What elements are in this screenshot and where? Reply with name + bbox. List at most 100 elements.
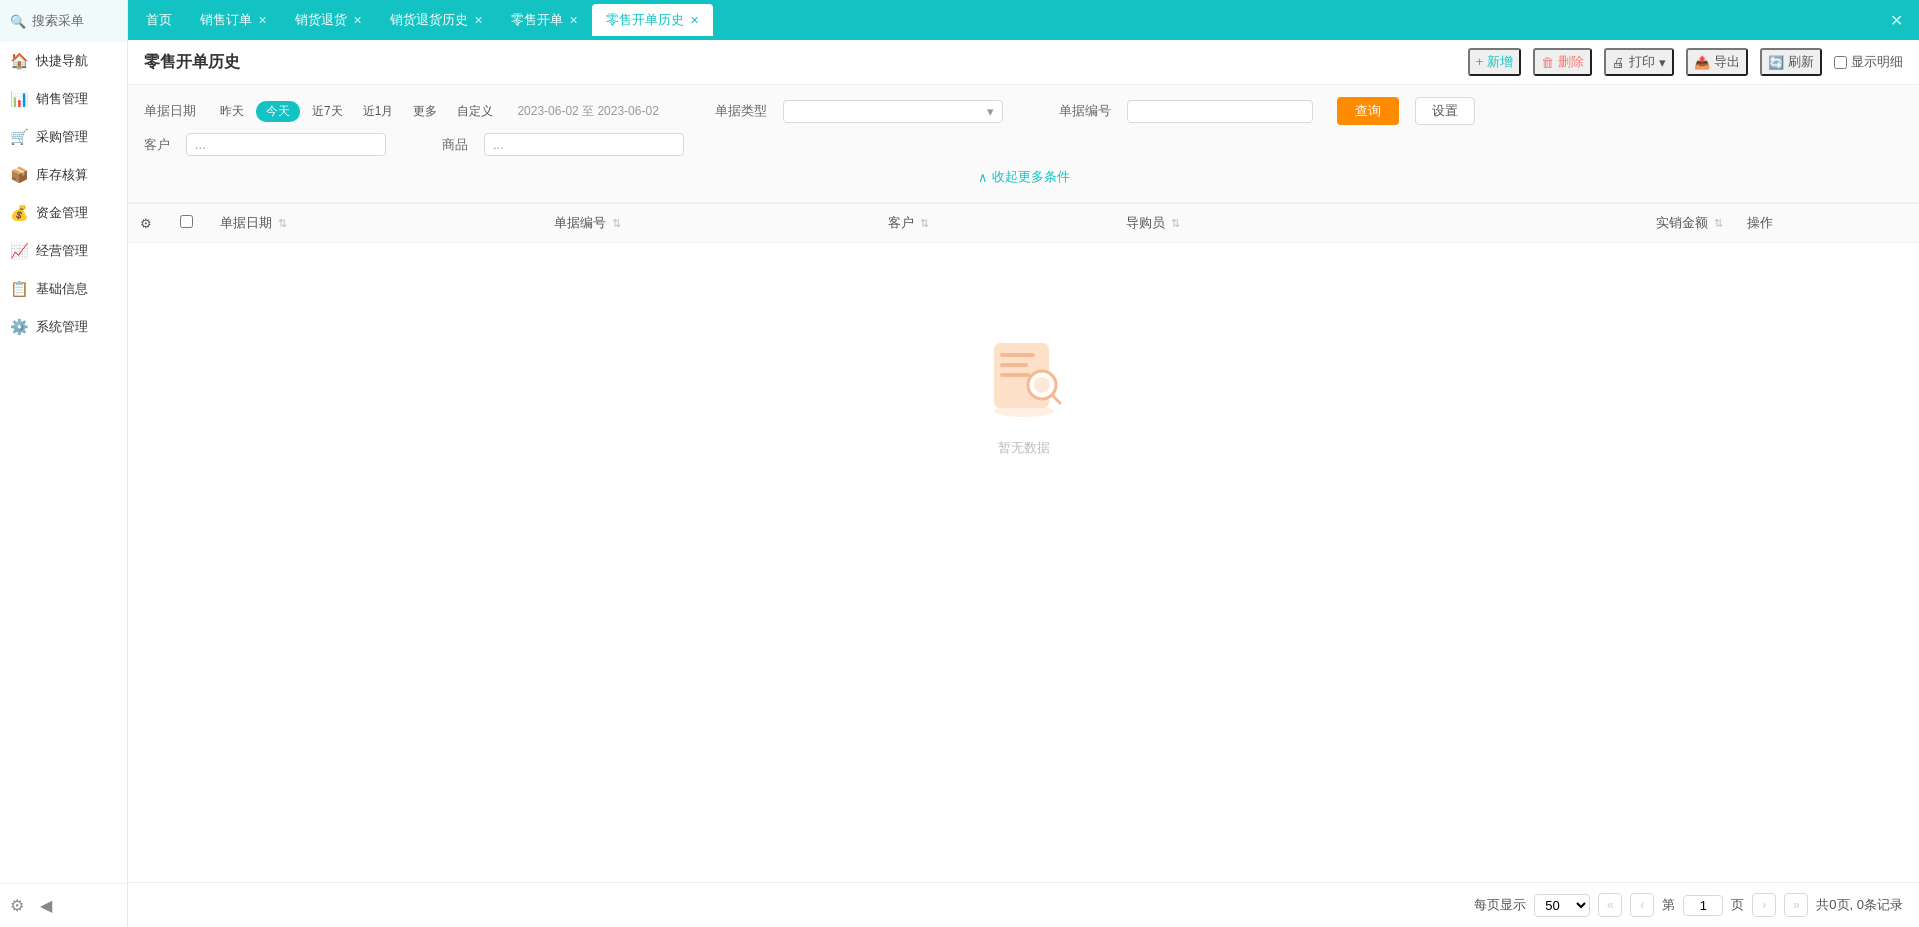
sidebar-search[interactable]: 🔍 搜索采单 [0, 0, 127, 42]
next-page-btn[interactable]: › [1752, 893, 1776, 917]
col-doc-date[interactable]: 单据日期 ⇅ [208, 204, 542, 243]
settings-bottom-icon[interactable]: ⚙ [10, 896, 24, 915]
delete-button[interactable]: 🗑 删除 [1533, 48, 1592, 76]
settings-button[interactable]: 设置 [1415, 97, 1475, 125]
tab-retail-open-close[interactable]: ✕ [569, 15, 578, 26]
col-sales-person[interactable]: 导购员 ⇅ [1114, 204, 1400, 243]
sort-sales-person-icon: ⇅ [1171, 217, 1180, 229]
sort-doc-date-icon: ⇅ [278, 217, 287, 229]
export-icon: 📤 [1694, 55, 1710, 70]
tab-sales-order-close[interactable]: ✕ [258, 15, 267, 26]
sidebar-item-label: 销售管理 [36, 90, 88, 108]
svg-rect-4 [1000, 373, 1030, 377]
select-all-checkbox[interactable] [180, 215, 193, 228]
tab-bar: 首页 销售订单 ✕ 销货退货 ✕ 销货退货历史 ✕ 零售开单 ✕ 零售开单历史 … [128, 0, 1919, 40]
col-settings[interactable]: ⚙ [128, 204, 168, 243]
collapse-label: 收起更多条件 [992, 168, 1070, 186]
toolbar-actions: + 新增 🗑 删除 🖨 打印 ▾ 📤 导出 🔄 刷新 [1468, 48, 1903, 76]
empty-state: 暂无数据 [128, 243, 1919, 517]
window-close-btn[interactable]: ✕ [1890, 11, 1903, 30]
first-page-btn[interactable]: « [1598, 893, 1622, 917]
inventory-icon: 📦 [10, 166, 28, 184]
print-icon: 🖨 [1612, 55, 1625, 70]
sidebar-item-finance[interactable]: 💰 资金管理 [0, 194, 127, 232]
date-opt-custom[interactable]: 自定义 [449, 101, 501, 122]
add-button[interactable]: + 新增 [1468, 48, 1521, 76]
current-page-input[interactable] [1683, 895, 1723, 916]
empty-illustration [974, 323, 1074, 423]
svg-point-7 [1034, 377, 1050, 393]
doc-no-label: 单据编号 [1059, 102, 1111, 120]
svg-line-6 [1052, 395, 1060, 403]
sidebar-item-label: 采购管理 [36, 128, 88, 146]
doc-type-select[interactable]: ▾ [783, 100, 1003, 123]
home-icon: 🏠 [10, 52, 28, 70]
sidebar-item-operations[interactable]: 📈 经营管理 [0, 232, 127, 270]
sidebar-item-system-mgmt[interactable]: ⚙️ 系统管理 [0, 308, 127, 346]
col-actual-amount[interactable]: 实销金额 ⇅ [1401, 204, 1735, 243]
tab-sales-return[interactable]: 销货退货 ✕ [281, 4, 376, 36]
operations-icon: 📈 [10, 242, 28, 260]
sidebar-item-basic-info[interactable]: 📋 基础信息 [0, 270, 127, 308]
date-opt-7days[interactable]: 近7天 [304, 101, 351, 122]
delete-icon: 🗑 [1541, 55, 1554, 70]
svg-rect-2 [1000, 353, 1035, 357]
empty-text: 暂无数据 [998, 439, 1050, 457]
main-area: 首页 销售订单 ✕ 销货退货 ✕ 销货退货历史 ✕ 零售开单 ✕ 零售开单历史 … [128, 0, 1919, 927]
sidebar-item-inventory[interactable]: 📦 库存核算 [0, 156, 127, 194]
collapse-sidebar-icon[interactable]: ◀ [40, 896, 52, 915]
col-doc-no[interactable]: 单据编号 ⇅ [542, 204, 876, 243]
goods-label: 商品 [442, 136, 468, 154]
sort-customer-icon: ⇅ [920, 217, 929, 229]
tab-sales-return-history[interactable]: 销货退货历史 ✕ [376, 4, 497, 36]
customer-label: 客户 [144, 136, 170, 154]
col-customer[interactable]: 客户 ⇅ [876, 204, 1114, 243]
refresh-button[interactable]: 🔄 刷新 [1760, 48, 1822, 76]
sidebar-item-label: 快捷导航 [36, 52, 88, 70]
export-label: 导出 [1714, 53, 1740, 71]
per-page-label: 每页显示 [1474, 896, 1526, 914]
col-checkbox[interactable] [168, 204, 208, 243]
tab-sales-order[interactable]: 销售订单 ✕ [186, 4, 281, 36]
refresh-label: 刷新 [1788, 53, 1814, 71]
tab-retail-history-close[interactable]: ✕ [690, 15, 699, 26]
show-detail-checkbox-label[interactable]: 显示明细 [1834, 53, 1903, 71]
filter-row-2: 客户 ... 商品 ... [144, 133, 1903, 156]
customer-select[interactable]: ... [186, 133, 386, 156]
tab-sales-return-history-close[interactable]: ✕ [474, 15, 483, 26]
date-opt-yesterday[interactable]: 昨天 [212, 101, 252, 122]
tab-home[interactable]: 首页 [132, 4, 186, 36]
goods-select[interactable]: ... [484, 133, 684, 156]
tab-retail-history[interactable]: 零售开单历史 ✕ [592, 4, 713, 36]
sidebar-search-label: 搜索采单 [32, 12, 84, 30]
table-container: ⚙ 单据日期 ⇅ 单据编号 ⇅ 客户 [128, 203, 1919, 882]
basic-info-icon: 📋 [10, 280, 28, 298]
page-label-suffix: 页 [1731, 896, 1744, 914]
show-detail-checkbox[interactable] [1834, 56, 1847, 69]
export-button[interactable]: 📤 导出 [1686, 48, 1748, 76]
print-label: 打印 [1629, 53, 1655, 71]
sort-actual-amount-icon: ⇅ [1714, 217, 1723, 229]
date-opt-more[interactable]: 更多 [405, 101, 445, 122]
finance-icon: 💰 [10, 204, 28, 222]
show-detail-label: 显示明细 [1851, 53, 1903, 71]
sidebar-item-label: 资金管理 [36, 204, 88, 222]
col-operation: 操作 [1735, 204, 1919, 243]
tab-retail-open[interactable]: 零售开单 ✕ [497, 4, 592, 36]
sidebar-item-label: 基础信息 [36, 280, 88, 298]
doc-type-label: 单据类型 [715, 102, 767, 120]
sidebar-item-quick-nav[interactable]: 🏠 快捷导航 [0, 42, 127, 80]
prev-page-btn[interactable]: ‹ [1630, 893, 1654, 917]
doc-no-input[interactable] [1127, 100, 1313, 123]
sidebar-item-sales-mgmt[interactable]: 📊 销售管理 [0, 80, 127, 118]
sidebar-item-label: 系统管理 [36, 318, 88, 336]
per-page-select[interactable]: 50 10 20 100 [1534, 894, 1590, 917]
print-button[interactable]: 🖨 打印 ▾ [1604, 48, 1674, 76]
last-page-btn[interactable]: » [1784, 893, 1808, 917]
tab-sales-return-close[interactable]: ✕ [353, 15, 362, 26]
sidebar-item-purchase-mgmt[interactable]: 🛒 采购管理 [0, 118, 127, 156]
collapse-filter-btn[interactable]: ∧ 收起更多条件 [144, 164, 1903, 190]
query-button[interactable]: 查询 [1337, 97, 1399, 125]
date-opt-today[interactable]: 今天 [256, 101, 300, 122]
date-opt-1month[interactable]: 近1月 [355, 101, 402, 122]
